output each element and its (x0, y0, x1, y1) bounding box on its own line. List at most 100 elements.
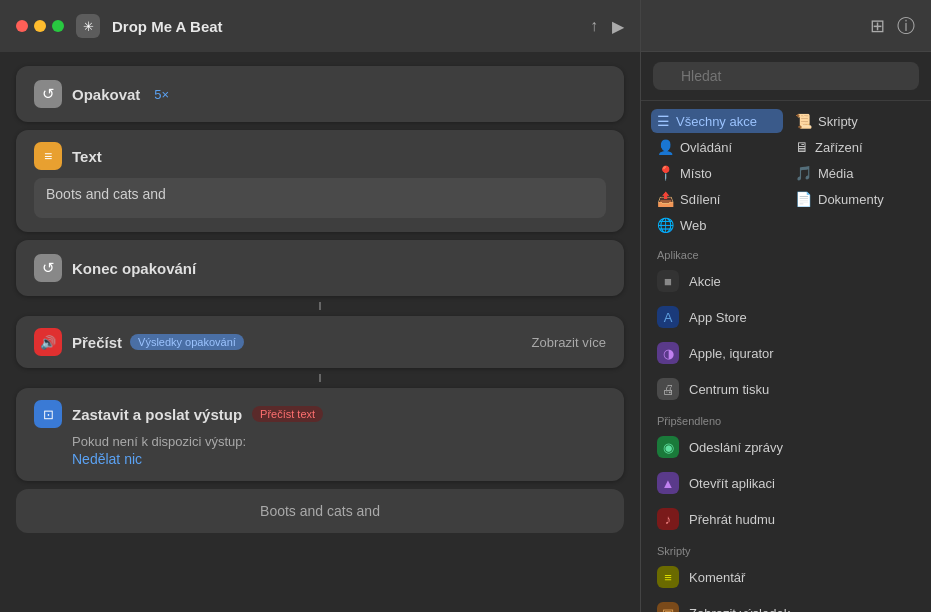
otevreni-label: Otevřít aplikaci (689, 476, 775, 491)
zobrazit-label: Zobrazit výsledek (689, 606, 790, 613)
title-bar: ✳ Drop Me A Beat ↑ ▶ (0, 0, 640, 52)
action-centrum[interactable]: 🖨 Centrum tisku (641, 371, 931, 407)
left-panel: ✳ Drop Me A Beat ↑ ▶ ↺ Opakovat 5× ≡ Tex… (0, 0, 640, 612)
show-more-button[interactable]: Zobrazit více (532, 335, 606, 350)
action-prehrat[interactable]: ♪ Přehrát hudmu (641, 501, 931, 537)
all-actions-icon: ☰ (657, 113, 670, 129)
action-otevreni[interactable]: ▲ Otevřít aplikaci (641, 465, 931, 501)
apple-label: Apple, iqurator (689, 346, 774, 361)
cat-media-label: Média (818, 166, 853, 181)
media-icon: 🎵 (795, 165, 812, 181)
info-button[interactable]: ⓘ (897, 14, 915, 38)
cat-documents[interactable]: 📄 Dokumenty (789, 187, 921, 211)
workflow-area: ↺ Opakovat 5× ≡ Text Boots and cats and … (0, 52, 640, 612)
read-content: Přečíst Výsledky opakování (72, 334, 522, 351)
stop-label: Zastavit a poslat výstup (72, 406, 242, 423)
scripts-section-label: Skripty (641, 537, 931, 559)
cat-control[interactable]: 👤 Ovládání (651, 135, 783, 159)
appstore-icon: A (657, 306, 679, 328)
cat-documents-label: Dokumenty (818, 192, 884, 207)
cat-devices[interactable]: 🖥 Zařízení (789, 135, 921, 159)
prehrat-label: Přehrát hudmu (689, 512, 775, 527)
share-button[interactable]: ↑ (590, 17, 598, 36)
stocks-icon: ■ (657, 270, 679, 292)
categories: ☰ Všechny akce 📜 Skripty 👤 Ovládání 🖥 Za… (641, 101, 931, 241)
minimize-button[interactable] (34, 20, 46, 32)
app-icon: ✳ (76, 14, 100, 38)
cat-media[interactable]: 🎵 Média (789, 161, 921, 185)
text-content: Boots and cats and (46, 186, 166, 202)
cat-all-actions[interactable]: ☰ Všechny akce (651, 109, 783, 133)
otevreni-icon: ▲ (657, 472, 679, 494)
sharing-icon: 📤 (657, 191, 674, 207)
right-panel: ⊞ ⓘ 🔍 ☰ Všechny akce 📜 Skripty 👤 Ovládán… (640, 0, 931, 612)
cat-sharing[interactable]: 📤 Sdílení (651, 187, 783, 211)
add-action-button[interactable]: ⊞ (870, 15, 885, 37)
action-apple[interactable]: ◑ Apple, iqurator (641, 335, 931, 371)
komentar-label: Komentář (689, 570, 745, 585)
connector (16, 302, 624, 310)
stop-icon: ⊡ (34, 400, 62, 428)
right-header: ⊞ ⓘ (641, 0, 931, 52)
action-zobrazit[interactable]: ▣ Zobrazit výsledek (641, 595, 931, 612)
right-scroll: ☰ Všechny akce 📜 Skripty 👤 Ovládání 🖥 Za… (641, 101, 931, 612)
pinned-list: ◉ Odeslání zprávy ▲ Otevřít aplikaci ♪ P… (641, 429, 931, 537)
repeat-label: Opakovat (72, 86, 140, 103)
cat-scripts-label: Skripty (818, 114, 858, 129)
end-repeat-card: ↺ Konec opakování (16, 240, 624, 296)
centrum-icon: 🖨 (657, 378, 679, 400)
documents-icon: 📄 (795, 191, 812, 207)
title-bar-actions: ↑ ▶ (590, 17, 624, 36)
output-text: Boots and cats and (260, 503, 380, 519)
stop-link[interactable]: Nedělat nic (34, 451, 606, 467)
repeat-card: ↺ Opakovat 5× (16, 66, 624, 122)
pinned-section-label: Připšendleno (641, 407, 931, 429)
cat-all-label: Všechny akce (676, 114, 757, 129)
cat-scripts[interactable]: 📜 Skripty (789, 109, 921, 133)
prehrat-icon: ♪ (657, 508, 679, 530)
stop-card: ⊡ Zastavit a poslat výstup Přečíst text … (16, 388, 624, 481)
devices-icon: 🖥 (795, 139, 809, 155)
action-appstore[interactable]: A App Store (641, 299, 931, 335)
text-icon: ≡ (34, 142, 62, 170)
action-komentar[interactable]: ≡ Komentář (641, 559, 931, 595)
location-icon: 📍 (657, 165, 674, 181)
repeat-icon: ↺ (34, 80, 62, 108)
fullscreen-button[interactable] (52, 20, 64, 32)
read-pill[interactable]: Výsledky opakování (130, 334, 244, 350)
stocks-label: Akcie (689, 274, 721, 289)
cat-web[interactable]: 🌐 Web (651, 213, 783, 237)
cat-sharing-label: Sdílení (680, 192, 720, 207)
cat-web-label: Web (680, 218, 707, 233)
appstore-label: App Store (689, 310, 747, 325)
apps-list: ■ Akcie A App Store ◑ Apple, iqurator 🖨 … (641, 263, 931, 407)
connector2 (16, 374, 624, 382)
cat-location-label: Místo (680, 166, 712, 181)
end-repeat-label: Konec opakování (72, 260, 196, 277)
scripts-icon: 📜 (795, 113, 812, 129)
play-button[interactable]: ▶ (612, 17, 624, 36)
centrum-label: Centrum tisku (689, 382, 769, 397)
search-bar: 🔍 (641, 52, 931, 101)
stop-pill[interactable]: Přečíst text (252, 406, 323, 422)
web-icon: 🌐 (657, 217, 674, 233)
text-input[interactable]: Boots and cats and (34, 178, 606, 218)
text-card: ≡ Text Boots and cats and (16, 130, 624, 232)
traffic-lights (16, 20, 64, 32)
stop-sublabel: Pokud není k dispozici výstup: (34, 434, 606, 449)
action-odeslani[interactable]: ◉ Odeslání zprávy (641, 429, 931, 465)
repeat-badge: 5× (154, 87, 169, 102)
cat-location[interactable]: 📍 Místo (651, 161, 783, 185)
read-label: Přečíst (72, 334, 122, 351)
apps-section-label: Aplikace (641, 241, 931, 263)
cat-control-label: Ovládání (680, 140, 732, 155)
action-stocks[interactable]: ■ Akcie (641, 263, 931, 299)
read-card: 🔊 Přečíst Výsledky opakování Zobrazit ví… (16, 316, 624, 368)
apple-icon: ◑ (657, 342, 679, 364)
text-label: Text (72, 148, 102, 165)
search-input[interactable] (653, 62, 919, 90)
output-preview: Boots and cats and (16, 489, 624, 533)
scripts-list: ≡ Komentář ▣ Zobrazit výsledek ▣ Zobrazi… (641, 559, 931, 612)
end-repeat-icon: ↺ (34, 254, 62, 282)
close-button[interactable] (16, 20, 28, 32)
